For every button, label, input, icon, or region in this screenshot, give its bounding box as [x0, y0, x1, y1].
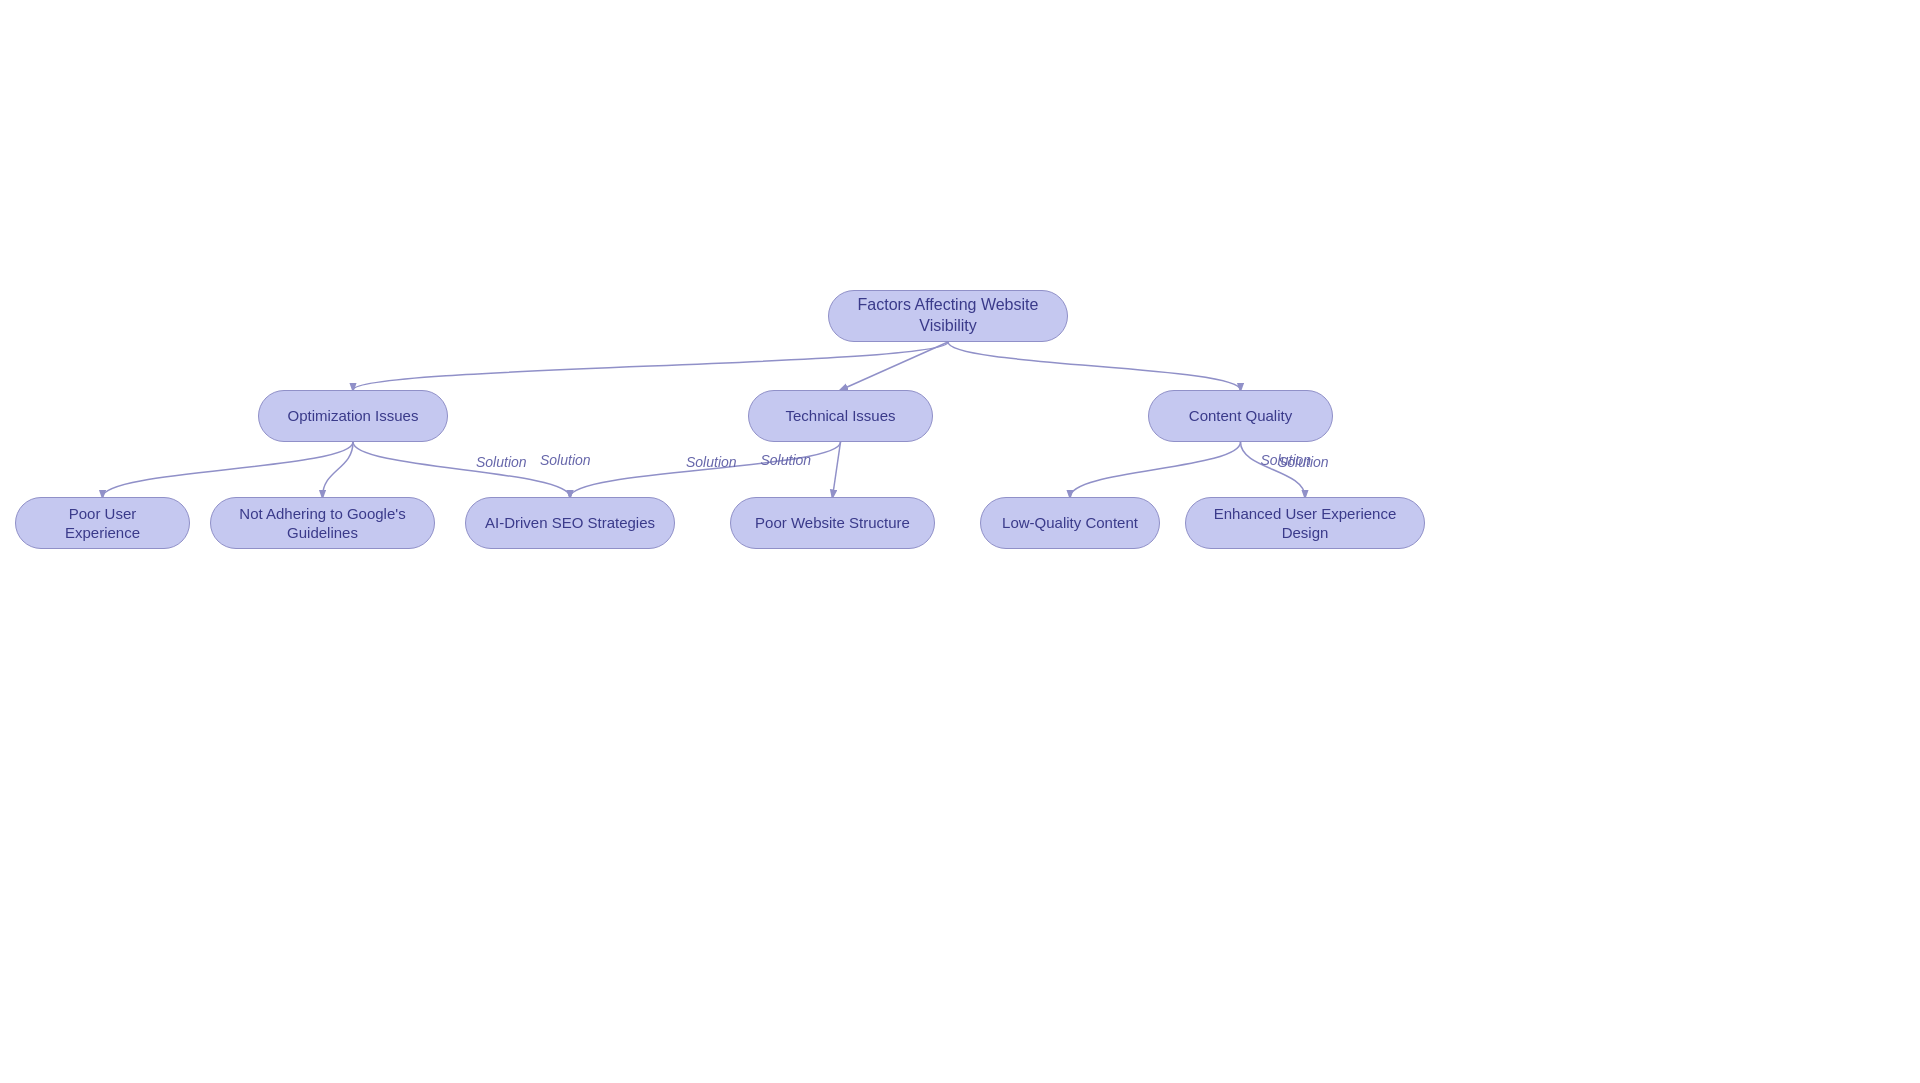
optimization-issues-label: Optimization Issues [288, 406, 419, 426]
solution-label-2: Solution [686, 454, 737, 470]
svg-text:Solution: Solution [540, 452, 591, 468]
ai-driven-label: AI-Driven SEO Strategies [485, 513, 655, 533]
root-label: Factors Affecting Website Visibility [847, 295, 1049, 337]
optimization-issues-node: Optimization Issues [258, 390, 448, 442]
not-adhering-node: Not Adhering to Google's Guidelines [210, 497, 435, 549]
poor-website-structure-node: Poor Website Structure [730, 497, 935, 549]
low-quality-content-label: Low-Quality Content [1002, 513, 1138, 533]
content-quality-node: Content Quality [1148, 390, 1333, 442]
low-quality-content-node: Low-Quality Content [980, 497, 1160, 549]
content-quality-label: Content Quality [1189, 406, 1292, 426]
technical-issues-node: Technical Issues [748, 390, 933, 442]
solution-label-1: Solution [476, 454, 527, 470]
enhanced-ux-label: Enhanced User Experience Design [1204, 504, 1406, 543]
svg-text:Solution: Solution [761, 452, 812, 468]
not-adhering-label: Not Adhering to Google's Guidelines [229, 504, 416, 543]
technical-issues-label: Technical Issues [785, 406, 895, 426]
diagram-container: Solution Solution Solution Factors Affecti… [0, 0, 1920, 1083]
root-node: Factors Affecting Website Visibility [828, 290, 1068, 342]
enhanced-ux-node: Enhanced User Experience Design [1185, 497, 1425, 549]
poor-website-structure-label: Poor Website Structure [755, 513, 910, 533]
poor-user-experience-node: Poor User Experience [15, 497, 190, 549]
solution-label-3: Solution [1278, 454, 1329, 470]
poor-user-experience-label: Poor User Experience [34, 504, 171, 543]
ai-driven-node: AI-Driven SEO Strategies [465, 497, 675, 549]
